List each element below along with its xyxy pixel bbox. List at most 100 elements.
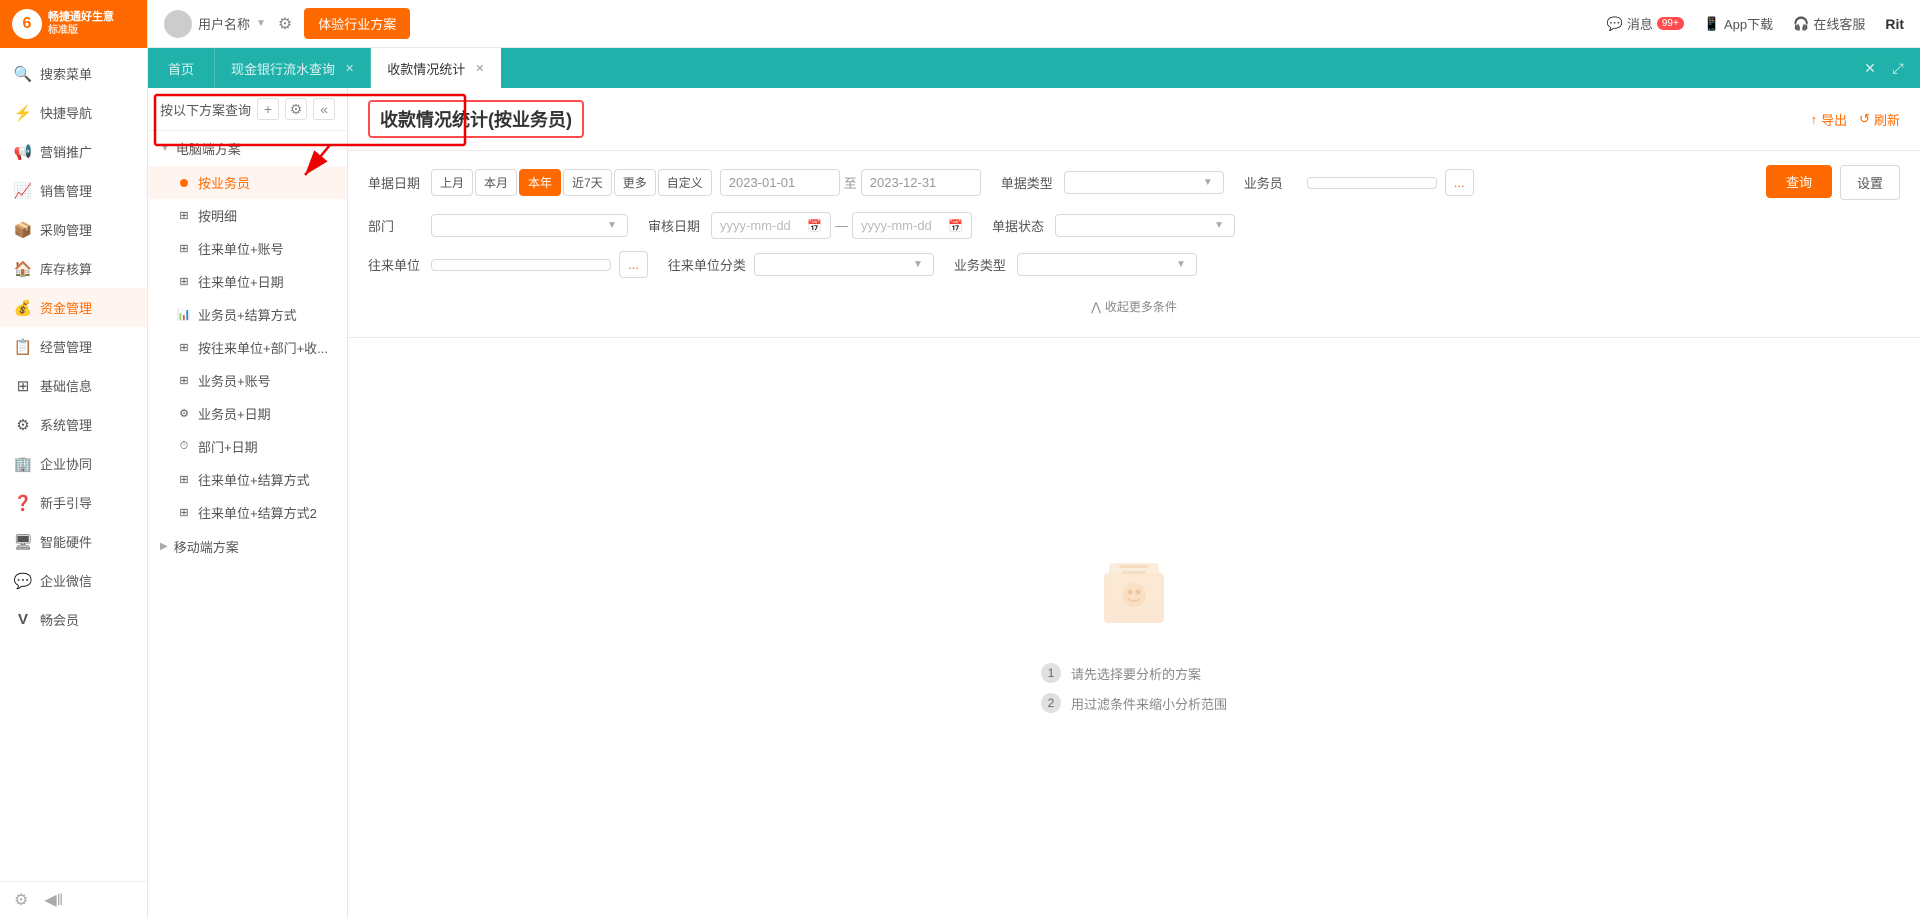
marketing-icon: 📢 xyxy=(14,143,32,161)
message-icon: 💬 xyxy=(1607,16,1623,32)
tab-collection-stats-close[interactable]: ✕ xyxy=(475,62,484,75)
sidebar-collapse-btn[interactable]: ◀‖ xyxy=(44,890,63,910)
sidebar-settings-btn[interactable]: ⚙ xyxy=(14,890,28,910)
scheme-item-10[interactable]: ⊞ 往来单位+结算方式2 xyxy=(148,496,347,529)
scheme-item-5[interactable]: ⊞ 按往来单位+部门+收... xyxy=(148,331,347,364)
scheme-collapse-btn[interactable]: « xyxy=(313,98,335,120)
topbar-account-name: Rit xyxy=(1885,16,1904,32)
sidebar-item-marketing[interactable]: 📢 营销推广 xyxy=(0,132,147,171)
sidebar-item-wechat[interactable]: 💬 企业微信 xyxy=(0,561,147,600)
refresh-button[interactable]: ↺ 刷新 xyxy=(1859,110,1900,129)
date-from-input[interactable]: 2023-01-01 xyxy=(720,169,840,196)
counterparty-type-input[interactable]: ▼ xyxy=(754,253,934,276)
page-header-actions: ↑ 导出 ↺ 刷新 xyxy=(1811,110,1900,129)
date-btn-this-month[interactable]: 本月 xyxy=(475,169,517,196)
dept-input[interactable]: ▼ xyxy=(431,214,628,237)
tab-collection-stats[interactable]: 收款情况统计 ✕ xyxy=(371,48,501,88)
scheme-item-1[interactable]: ⊞ 按明细 xyxy=(148,199,347,232)
sidebar-item-basics[interactable]: ⊞ 基础信息 xyxy=(0,366,147,405)
sidebar-item-label: 营销推广 xyxy=(40,142,92,161)
salesman-input[interactable] xyxy=(1307,177,1437,189)
window-close-btn[interactable]: ✕ xyxy=(1860,58,1880,78)
collapse-icon: ⋀ xyxy=(1091,300,1101,314)
counterparty-type-filter: 往来单位分类 ▼ xyxy=(668,253,934,276)
sidebar-item-hardware[interactable]: 🖥 智能硬件 xyxy=(0,522,147,561)
scheme-item-6[interactable]: ⊞ 业务员+账号 xyxy=(148,364,347,397)
date-to-input[interactable]: 2023-12-31 xyxy=(861,169,981,196)
tab-home[interactable]: 首页 xyxy=(148,48,215,88)
topbar: 用户名称 ▼ ⚙ 体验行业方案 💬 消息 99+ 📱 App下载 🎧 在线客服 … xyxy=(148,0,1920,48)
sidebar-item-guide[interactable]: ❓ 新手引导 xyxy=(0,483,147,522)
pc-scheme-group-title[interactable]: ▼ 电脑端方案 xyxy=(148,131,347,166)
dept-filter: 部门 ▼ xyxy=(368,214,628,237)
salesman-more-btn[interactable]: ... xyxy=(1445,169,1474,196)
app-download-btn[interactable]: 📱 App下载 xyxy=(1704,14,1773,33)
page-header: 收款情况统计(按业务员) ↑ 导出 ↺ 刷新 xyxy=(348,88,1920,151)
date-btn-last-month[interactable]: 上月 xyxy=(431,169,473,196)
sidebar-item-member[interactable]: V 畅会员 xyxy=(0,600,147,639)
scheme-settings-btn[interactable]: ⚙ xyxy=(285,98,307,120)
scheme-item-label: 业务员+结算方式 xyxy=(198,305,297,324)
topbar-user[interactable]: 用户名称 ▼ xyxy=(164,10,266,38)
mobile-scheme-group-title[interactable]: ▶ 移动端方案 xyxy=(148,529,347,564)
counterparty-input[interactable] xyxy=(431,259,611,271)
tab-bank-flow[interactable]: 现金银行流水查询 ✕ xyxy=(215,48,371,88)
scheme-item-label: 部门+日期 xyxy=(198,437,258,456)
counterparty-more-btn[interactable]: ... xyxy=(619,251,648,278)
filter-row-1: 单据日期 上月 本月 本年 近7天 更多 自定义 2023-01-01 xyxy=(368,165,1900,200)
collapse-bar[interactable]: ⋀ 收起更多条件 xyxy=(368,290,1900,323)
doc-type-input[interactable]: ▼ xyxy=(1064,171,1224,194)
online-service-btn[interactable]: 🎧 在线客服 xyxy=(1793,14,1865,33)
filter-settings-button[interactable]: 设置 xyxy=(1840,165,1900,200)
scheme-item-8[interactable]: ⏱ 部门+日期 xyxy=(148,430,347,463)
scheme-icon-9: ⊞ xyxy=(176,472,192,488)
search-icon: 🔍 xyxy=(14,65,32,83)
window-controls: ✕ ⤢ xyxy=(1860,58,1920,78)
review-date-from-input[interactable]: yyyy-mm-dd 📅 xyxy=(711,212,831,239)
sidebar-item-system[interactable]: ⚙ 系统管理 xyxy=(0,405,147,444)
sidebar-item-sales[interactable]: 📈 销售管理 xyxy=(0,171,147,210)
trial-button[interactable]: 体验行业方案 xyxy=(304,8,410,39)
sidebar-item-inventory[interactable]: 🏠 库存核算 xyxy=(0,249,147,288)
sidebar-item-search[interactable]: 🔍 搜索菜单 xyxy=(0,54,147,93)
scheme-item-2[interactable]: ⊞ 往来单位+账号 xyxy=(148,232,347,265)
review-date-to-input[interactable]: yyyy-mm-dd 📅 xyxy=(852,212,972,239)
sidebar-item-collab[interactable]: 🏢 企业协同 xyxy=(0,444,147,483)
scheme-add-btn[interactable]: + xyxy=(257,98,279,120)
date-btn-more[interactable]: 更多 xyxy=(614,169,656,196)
query-button[interactable]: 查询 xyxy=(1766,165,1832,198)
window-maximize-btn[interactable]: ⤢ xyxy=(1888,58,1908,78)
sidebar-item-finance[interactable]: 💰 资金管理 xyxy=(0,288,147,327)
date-btn-custom[interactable]: 自定义 xyxy=(658,169,712,196)
scheme-item-4[interactable]: 📊 业务员+结算方式 xyxy=(148,298,347,331)
topbar-settings-icon[interactable]: ⚙ xyxy=(278,14,292,34)
tab-bank-flow-close[interactable]: ✕ xyxy=(345,62,354,75)
service-icon: 🎧 xyxy=(1793,16,1809,32)
doc-status-input[interactable]: ▼ xyxy=(1055,214,1235,237)
doc-type-label: 单据类型 xyxy=(1001,173,1056,192)
scheme-item-0[interactable]: 按业务员 xyxy=(148,166,347,199)
refresh-icon: ↺ xyxy=(1859,111,1870,127)
app-download-label: App下载 xyxy=(1724,14,1773,33)
review-date-filter: 审核日期 yyyy-mm-dd 📅 — yyyy-mm-dd 📅 xyxy=(648,212,972,239)
review-calendar-from-icon[interactable]: 📅 xyxy=(807,219,822,233)
mobile-group-label: 移动端方案 xyxy=(174,537,239,556)
export-button[interactable]: ↑ 导出 xyxy=(1811,110,1848,129)
scheme-item-3[interactable]: ⊞ 往来单位+日期 xyxy=(148,265,347,298)
filter-row-2: 部门 ▼ 审核日期 yyyy-mm-dd 📅 xyxy=(368,212,1900,239)
export-icon: ↑ xyxy=(1811,112,1818,127)
download-icon: 📱 xyxy=(1704,16,1720,32)
sidebar-item-operations[interactable]: 📋 经营管理 xyxy=(0,327,147,366)
biz-type-input[interactable]: ▼ xyxy=(1017,253,1197,276)
scheme-item-7[interactable]: ⚙ 业务员+日期 xyxy=(148,397,347,430)
date-btn-this-year[interactable]: 本年 xyxy=(519,169,561,196)
sidebar-item-quicknav[interactable]: ⚡ 快捷导航 xyxy=(0,93,147,132)
step-2-text: 用过滤条件来缩小分析范围 xyxy=(1071,694,1227,713)
tabbar: 首页 现金银行流水查询 ✕ 收款情况统计 ✕ ✕ ⤢ xyxy=(148,48,1920,88)
notification-btn[interactable]: 💬 消息 99+ xyxy=(1607,14,1684,33)
date-btn-7days[interactable]: 近7天 xyxy=(563,169,612,196)
app-logo: 6 畅捷通好生意 标准版 xyxy=(0,0,147,48)
review-calendar-to-icon[interactable]: 📅 xyxy=(948,219,963,233)
sidebar-item-purchase[interactable]: 📦 采购管理 xyxy=(0,210,147,249)
scheme-item-9[interactable]: ⊞ 往来单位+结算方式 xyxy=(148,463,347,496)
